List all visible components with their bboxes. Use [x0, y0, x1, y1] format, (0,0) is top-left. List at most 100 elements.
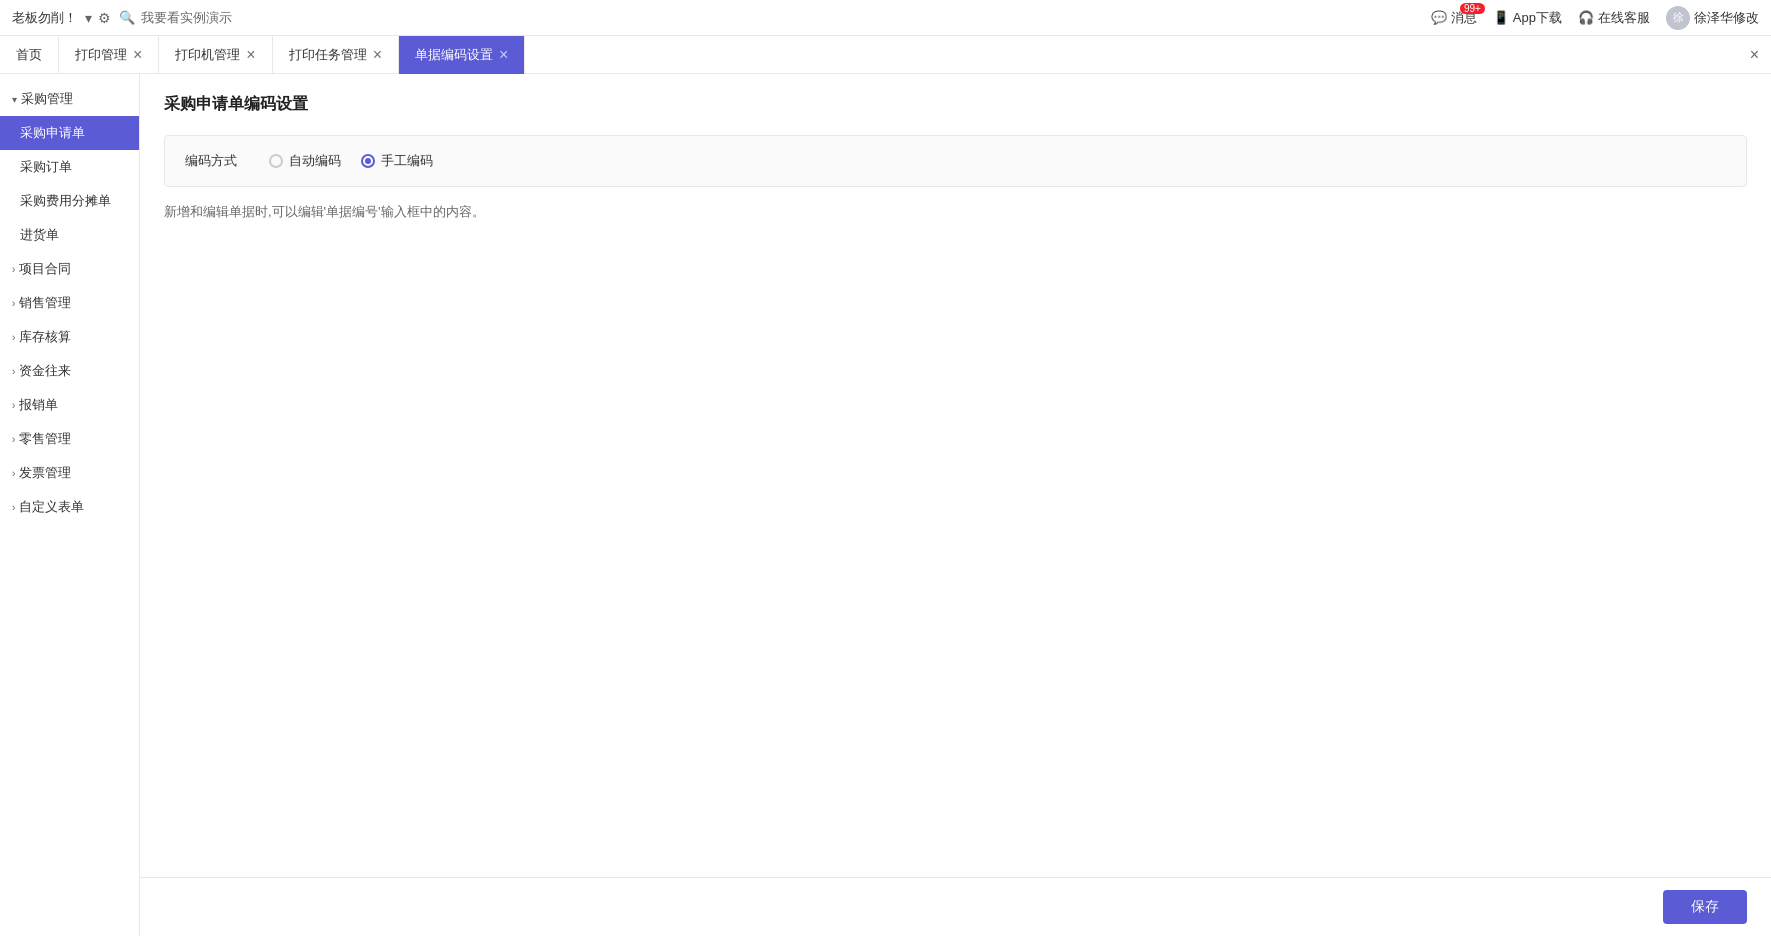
top-bar-icons: ▾ ⚙ [85, 10, 111, 26]
tab-print-task-mgmt[interactable]: 打印任务管理 × [273, 36, 399, 74]
sidebar-item-purchase-expense-label: 采购费用分摊单 [20, 193, 111, 208]
avatar: 徐 [1666, 6, 1690, 30]
tab-print-task-close[interactable]: × [373, 47, 382, 63]
main-layout: ▾ 采购管理 采购申请单 采购订单 采购费用分摊单 进货单 › 项目合同 [0, 74, 1771, 936]
content-footer: 保存 [140, 877, 1771, 936]
sidebar-group-fund-title[interactable]: › 资金往来 [0, 354, 139, 388]
sidebar-group-project: › 项目合同 [0, 252, 139, 286]
top-bar: 老板勿削！ ▾ ⚙ 🔍 我要看实例演示 💬 消息 99+ 📱 App下载 🎧 在… [0, 0, 1771, 36]
brand-title: 老板勿削！ [12, 9, 77, 27]
tab-printer-mgmt[interactable]: 打印机管理 × [159, 36, 272, 74]
sidebar-group-retail: › 零售管理 [0, 422, 139, 456]
sidebar-item-purchase-request[interactable]: 采购申请单 [0, 116, 139, 150]
chevron-right-icon-5: › [12, 400, 15, 411]
top-bar-right: 💬 消息 99+ 📱 App下载 🎧 在线客服 徐 徐泽华修改 [1431, 6, 1759, 30]
tab-print-mgmt-close[interactable]: × [133, 47, 142, 63]
sidebar-group-custom-form-title[interactable]: › 自定义表单 [0, 490, 139, 524]
chevron-right-icon-4: › [12, 366, 15, 377]
sidebar-group-sales-label: 销售管理 [19, 294, 71, 312]
search-icon: 🔍 [119, 10, 135, 25]
save-button[interactable]: 保存 [1663, 890, 1747, 924]
sidebar-group-project-label: 项目合同 [19, 260, 71, 278]
sidebar-item-stock-in-label: 进货单 [20, 227, 59, 242]
message-button[interactable]: 💬 消息 99+ [1431, 9, 1477, 27]
tab-voucher-code-label: 单据编码设置 [415, 46, 493, 64]
sidebar-group-sales-title[interactable]: › 销售管理 [0, 286, 139, 320]
tab-home-label: 首页 [16, 46, 42, 64]
chevron-down-icon: ▾ [12, 94, 17, 105]
tab-print-mgmt-label: 打印管理 [75, 46, 127, 64]
tab-print-task-mgmt-label: 打印任务管理 [289, 46, 367, 64]
tab-print-mgmt[interactable]: 打印管理 × [59, 36, 159, 74]
sidebar-group-expense-label: 报销单 [19, 396, 58, 414]
sidebar-group-purchase-title[interactable]: ▾ 采购管理 [0, 82, 139, 116]
search-text: 我要看实例演示 [141, 9, 232, 27]
dropdown-icon[interactable]: ▾ [85, 10, 92, 26]
sidebar-group-purchase: ▾ 采购管理 采购申请单 采购订单 采购费用分摊单 进货单 [0, 82, 139, 252]
sidebar-group-inventory-title[interactable]: › 库存核算 [0, 320, 139, 354]
message-icon: 💬 [1431, 10, 1447, 25]
sidebar-group-fund: › 资金往来 [0, 354, 139, 388]
radio-manual-label: 手工编码 [381, 152, 433, 170]
hint-text: 新增和编辑单据时,可以编辑'单据编号'输入框中的内容。 [164, 203, 1747, 221]
settings-icon[interactable]: ⚙ [98, 10, 111, 26]
sidebar-group-retail-title[interactable]: › 零售管理 [0, 422, 139, 456]
sidebar-group-custom-form-label: 自定义表单 [19, 498, 84, 516]
top-bar-left: 老板勿削！ ▾ ⚙ 🔍 我要看实例演示 [12, 9, 232, 27]
user-name: 徐泽华修改 [1694, 9, 1759, 27]
sidebar-group-invoice: › 发票管理 [0, 456, 139, 490]
app-icon: 📱 [1493, 10, 1509, 25]
chevron-right-icon-7: › [12, 468, 15, 479]
sidebar-group-retail-label: 零售管理 [19, 430, 71, 448]
tab-voucher-code[interactable]: 单据编码设置 × [399, 36, 525, 74]
tab-bar: 首页 打印管理 × 打印机管理 × 打印任务管理 × 单据编码设置 × × [0, 36, 1771, 74]
radio-manual-circle [361, 154, 375, 168]
sidebar-group-expense-title[interactable]: › 报销单 [0, 388, 139, 422]
sidebar-group-invoice-label: 发票管理 [19, 464, 71, 482]
sidebar-item-purchase-request-label: 采购申请单 [20, 125, 85, 140]
encoding-section: 编码方式 自动编码 手工编码 [164, 135, 1747, 187]
encoding-row: 编码方式 自动编码 手工编码 [185, 152, 1726, 170]
sidebar-item-purchase-order[interactable]: 采购订单 [0, 150, 139, 184]
sidebar: ▾ 采购管理 采购申请单 采购订单 采购费用分摊单 进货单 › 项目合同 [0, 74, 140, 936]
online-service-button[interactable]: 🎧 在线客服 [1578, 9, 1650, 27]
sidebar-item-stock-in[interactable]: 进货单 [0, 218, 139, 252]
tab-bar-close-all[interactable]: × [1738, 46, 1771, 64]
sidebar-group-purchase-label: 采购管理 [21, 90, 73, 108]
app-download-button[interactable]: 📱 App下载 [1493, 9, 1562, 27]
sidebar-group-custom-form: › 自定义表单 [0, 490, 139, 524]
sidebar-group-fund-label: 资金往来 [19, 362, 71, 380]
radio-auto-label: 自动编码 [289, 152, 341, 170]
user-menu[interactable]: 徐 徐泽华修改 [1666, 6, 1759, 30]
service-icon: 🎧 [1578, 10, 1594, 25]
radio-auto-circle [269, 154, 283, 168]
online-service-label: 在线客服 [1598, 9, 1650, 27]
encoding-label: 编码方式 [185, 152, 245, 170]
sidebar-group-invoice-title[interactable]: › 发票管理 [0, 456, 139, 490]
content-inner: 采购申请单编码设置 编码方式 自动编码 手工编码 [140, 74, 1771, 877]
sidebar-item-purchase-expense[interactable]: 采购费用分摊单 [0, 184, 139, 218]
sidebar-group-sales: › 销售管理 [0, 286, 139, 320]
app-download-label: App下载 [1513, 9, 1562, 27]
sidebar-group-inventory-label: 库存核算 [19, 328, 71, 346]
radio-group: 自动编码 手工编码 [269, 152, 433, 170]
tab-printer-mgmt-label: 打印机管理 [175, 46, 240, 64]
sidebar-group-expense: › 报销单 [0, 388, 139, 422]
sidebar-item-purchase-order-label: 采购订单 [20, 159, 72, 174]
chevron-right-icon-6: › [12, 434, 15, 445]
tab-voucher-code-close[interactable]: × [499, 47, 508, 63]
search-bar[interactable]: 🔍 我要看实例演示 [119, 9, 232, 27]
tab-printer-mgmt-close[interactable]: × [246, 47, 255, 63]
tab-home[interactable]: 首页 [0, 36, 59, 74]
chevron-right-icon: › [12, 264, 15, 275]
sidebar-group-project-title[interactable]: › 项目合同 [0, 252, 139, 286]
radio-manual-code[interactable]: 手工编码 [361, 152, 433, 170]
sidebar-group-inventory: › 库存核算 [0, 320, 139, 354]
chevron-right-icon-3: › [12, 332, 15, 343]
message-badge: 99+ [1460, 3, 1485, 14]
chevron-right-icon-2: › [12, 298, 15, 309]
radio-auto-code[interactable]: 自动编码 [269, 152, 341, 170]
chevron-right-icon-8: › [12, 502, 15, 513]
content-area: 采购申请单编码设置 编码方式 自动编码 手工编码 [140, 74, 1771, 936]
page-title: 采购申请单编码设置 [164, 94, 1747, 115]
